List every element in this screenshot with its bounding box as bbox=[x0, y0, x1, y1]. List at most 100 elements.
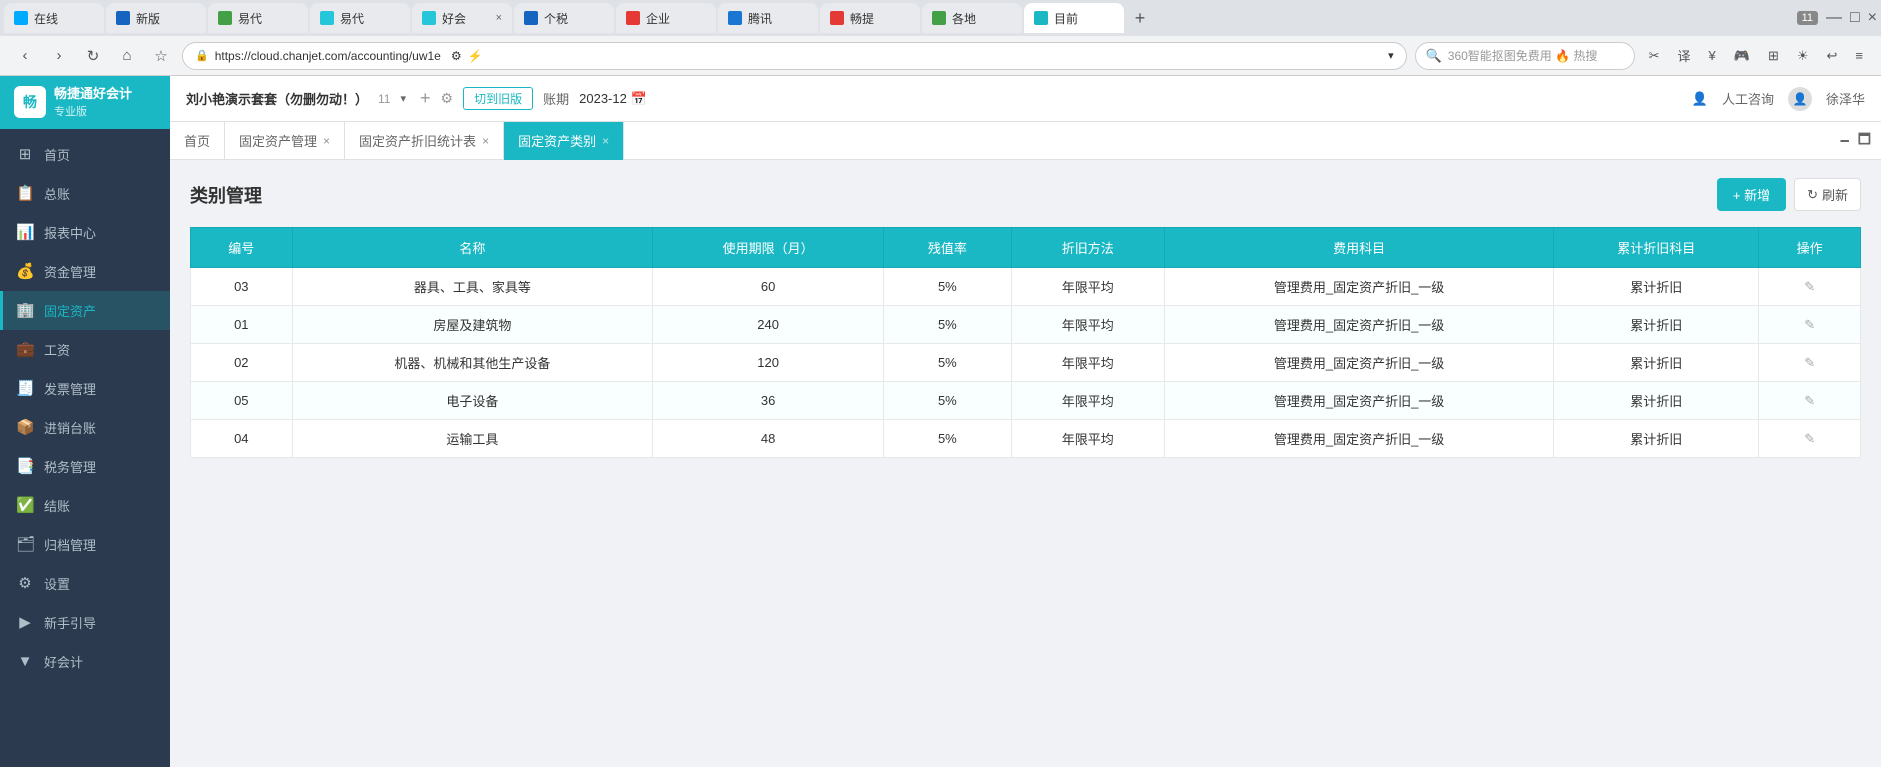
browser-tab-muqian[interactable]: 目前 bbox=[1024, 3, 1124, 33]
tab-asset-category[interactable]: 固定资产类别 × bbox=[504, 122, 624, 160]
new-tab-button[interactable]: + bbox=[1126, 4, 1154, 32]
sidebar-item-salary[interactable]: 💼 工资 bbox=[0, 330, 170, 369]
row1-accumulated: 累计折旧 bbox=[1554, 268, 1759, 306]
edit-icon-row2[interactable]: ✎ bbox=[1804, 317, 1815, 332]
scissors-action[interactable]: ✂ bbox=[1643, 46, 1666, 66]
row5-edit[interactable]: ✎ bbox=[1759, 420, 1861, 458]
sidebar-item-checkout[interactable]: ✅ 结账 bbox=[0, 486, 170, 525]
row3-period: 120 bbox=[653, 344, 884, 382]
period-text: 2023-12 bbox=[579, 91, 627, 106]
search-bar[interactable]: 🔍 360智能抠图免费用 🔥 热搜 bbox=[1415, 42, 1635, 70]
row5-code[interactable]: 04 bbox=[191, 420, 293, 458]
url-dropdown-icon[interactable]: ▾ bbox=[1388, 49, 1394, 62]
translate-action[interactable]: 译 bbox=[1672, 44, 1697, 67]
row4-edit[interactable]: ✎ bbox=[1759, 382, 1861, 420]
edit-icon-row3[interactable]: ✎ bbox=[1804, 355, 1815, 370]
sidebar-item-guide[interactable]: ▶ 新手引导 bbox=[0, 603, 170, 642]
browser-tab-new[interactable]: 新版 bbox=[106, 3, 206, 33]
switch-version-button[interactable]: 切到旧版 bbox=[463, 87, 533, 110]
menu-action[interactable]: ≡ bbox=[1849, 46, 1869, 65]
window-minimize-button[interactable]: — bbox=[1826, 9, 1842, 27]
sidebar-item-invoice[interactable]: 🧾 发票管理 bbox=[0, 369, 170, 408]
browser-tab-yidai2[interactable]: 易代 bbox=[310, 3, 410, 33]
sidebar-item-inventory[interactable]: 📦 进销台账 bbox=[0, 408, 170, 447]
sidebar-item-archive[interactable]: 🗂 归档管理 bbox=[0, 525, 170, 564]
row1-edit[interactable]: ✎ bbox=[1759, 268, 1861, 306]
browser-tab-geshui[interactable]: 个税 bbox=[514, 3, 614, 33]
tab-depreciation-close[interactable]: × bbox=[482, 134, 489, 148]
sidebar-item-ledger[interactable]: 📋 总账 bbox=[0, 174, 170, 213]
back-button[interactable]: ‹ bbox=[12, 43, 38, 69]
tab-home[interactable]: 首页 bbox=[170, 122, 225, 160]
tab-depreciation-table[interactable]: 固定资产折旧统计表 × bbox=[345, 122, 504, 160]
sidebar-item-fund[interactable]: 💰 资金管理 bbox=[0, 252, 170, 291]
refresh-button[interactable]: ↻ 刷新 bbox=[1794, 178, 1861, 211]
grid-action[interactable]: ⊞ bbox=[1762, 46, 1785, 66]
header-username-display: 刘小艳演示套套（勿删勿动！） bbox=[186, 89, 368, 108]
brightness-action[interactable]: ☀ bbox=[1791, 46, 1815, 66]
header-right: 👤 人工咨询 👤 徐泽华 bbox=[1692, 87, 1865, 111]
browser-tab-haohui[interactable]: 好会 × bbox=[412, 3, 512, 33]
support-label[interactable]: 人工咨询 bbox=[1722, 89, 1774, 108]
row4-code[interactable]: 05 bbox=[191, 382, 293, 420]
row3-edit[interactable]: ✎ bbox=[1759, 344, 1861, 382]
tax-icon: 📑 bbox=[16, 457, 34, 475]
browser-tab-tengxun[interactable]: 腾讯 bbox=[718, 3, 818, 33]
window-maximize-button[interactable]: □ bbox=[1850, 9, 1860, 27]
browser-tab-online[interactable]: 在线 bbox=[4, 3, 104, 33]
tab-fixed-asset-mgmt-close[interactable]: × bbox=[323, 134, 330, 148]
sidebar-item-settings[interactable]: ⚙ 设置 bbox=[0, 564, 170, 603]
sidebar-item-report[interactable]: 📊 报表中心 bbox=[0, 213, 170, 252]
tab-home-label: 首页 bbox=[184, 131, 210, 150]
calendar-icon[interactable]: 📅 bbox=[631, 91, 647, 107]
sidebar-item-fixed-asset[interactable]: 🏢 固定资产 bbox=[0, 291, 170, 330]
add-category-button[interactable]: + 新增 bbox=[1717, 178, 1786, 211]
th-code: 编号 bbox=[191, 228, 293, 268]
forward-button[interactable]: › bbox=[46, 43, 72, 69]
row2-edit[interactable]: ✎ bbox=[1759, 306, 1861, 344]
support-icon: 👤 bbox=[1692, 91, 1708, 107]
browser-tab-gedi[interactable]: 各地 bbox=[922, 3, 1022, 33]
tab-actions: 🗕 🗖 bbox=[1830, 129, 1881, 153]
window-close-button[interactable]: × bbox=[1868, 9, 1877, 27]
sidebar-item-tax[interactable]: 📑 税务管理 bbox=[0, 447, 170, 486]
browser-tab-changjie[interactable]: 畅提 bbox=[820, 3, 920, 33]
row3-code[interactable]: 02 bbox=[191, 344, 293, 382]
header-add-account-button[interactable]: + bbox=[420, 88, 431, 109]
row1-code[interactable]: 03 bbox=[191, 268, 293, 306]
browser-tab-qiye[interactable]: 企业 bbox=[616, 3, 716, 33]
tab-asset-category-close[interactable]: × bbox=[602, 134, 609, 148]
url-bar[interactable]: 🔒 https://cloud.chanjet.com/accounting/u… bbox=[182, 42, 1407, 70]
row2-method: 年限平均 bbox=[1011, 306, 1164, 344]
browser-tab-label-haohui: 好会 bbox=[442, 10, 466, 27]
bookmark-button[interactable]: ☆ bbox=[148, 43, 174, 69]
th-expense: 费用科目 bbox=[1164, 228, 1553, 268]
row2-code[interactable]: 01 bbox=[191, 306, 293, 344]
header-user-display[interactable]: 徐泽华 bbox=[1826, 89, 1865, 108]
header-settings-icon[interactable]: ⚙ bbox=[441, 90, 454, 107]
sidebar-item-more[interactable]: ▼ 好会计 bbox=[0, 642, 170, 681]
undo-action[interactable]: ↩ bbox=[1821, 46, 1844, 66]
tab-favicon-gedi bbox=[932, 11, 946, 25]
tab-fixed-asset-mgmt[interactable]: 固定资产管理 × bbox=[225, 122, 345, 160]
edit-icon-row5[interactable]: ✎ bbox=[1804, 431, 1815, 446]
edit-icon-row1[interactable]: ✎ bbox=[1804, 279, 1815, 294]
browser-tab-yidai1[interactable]: 易代 bbox=[208, 3, 308, 33]
game-action[interactable]: 🎮 bbox=[1728, 46, 1756, 66]
currency-action[interactable]: ¥ bbox=[1703, 46, 1722, 65]
refresh-button[interactable]: ↻ bbox=[80, 43, 106, 69]
row5-method: 年限平均 bbox=[1011, 420, 1164, 458]
row1-name: 器具、工具、家具等 bbox=[292, 268, 652, 306]
browser-tab-close-haohui[interactable]: × bbox=[496, 12, 502, 24]
header-dropdown-icon[interactable]: ▾ bbox=[400, 92, 406, 105]
salary-icon: 💼 bbox=[16, 340, 34, 358]
content-area: 类别管理 + 新增 ↻ 刷新 编号 名称 使用期限（月） 残值率 bbox=[170, 160, 1881, 767]
tab-action-maximize[interactable]: 🗖 bbox=[1858, 129, 1871, 153]
tab-action-minimize[interactable]: 🗕 bbox=[1840, 129, 1850, 153]
home-button[interactable]: ⌂ bbox=[114, 43, 140, 69]
browser-tab-label-yidai2: 易代 bbox=[340, 10, 364, 27]
sidebar-item-home[interactable]: ⊞ 首页 bbox=[0, 135, 170, 174]
browser-chrome: 在线 新版 易代 易代 好会 × 个税 企业 腾讯 bbox=[0, 0, 1881, 76]
edit-icon-row4[interactable]: ✎ bbox=[1804, 393, 1815, 408]
th-period: 使用期限（月） bbox=[653, 228, 884, 268]
